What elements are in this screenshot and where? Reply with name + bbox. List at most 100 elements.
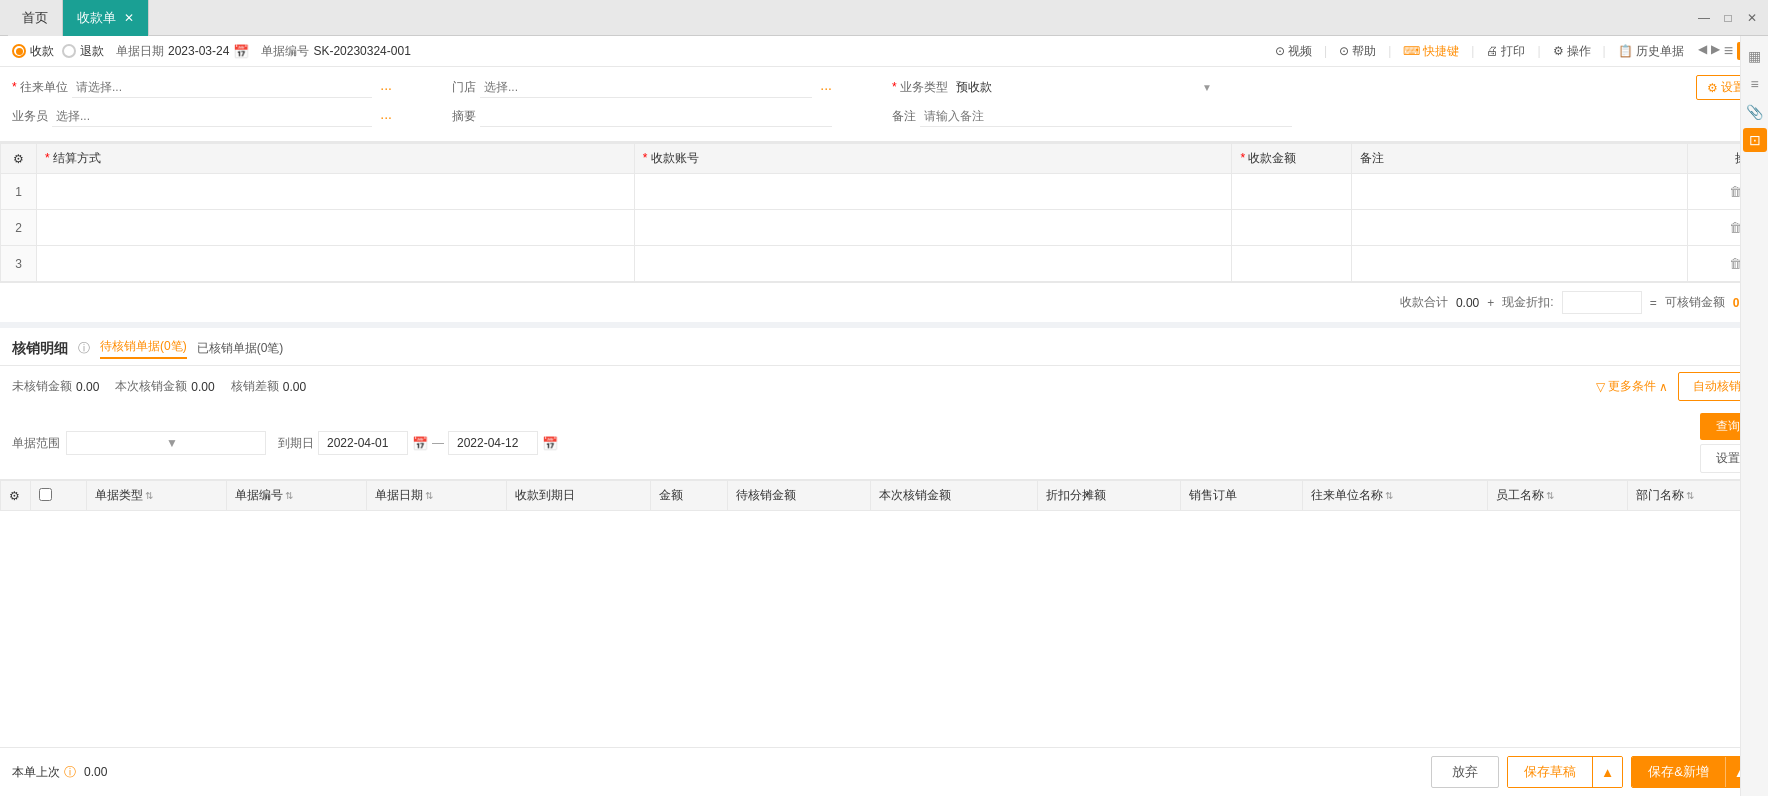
td-amount-2[interactable] xyxy=(1232,210,1352,246)
summary-label: 摘要 xyxy=(452,108,476,125)
sort-doc-date-icon[interactable]: ⇅ xyxy=(425,490,433,501)
cal-from-icon[interactable]: 📅 xyxy=(412,436,428,451)
stat-diff-value: 0.00 xyxy=(283,380,306,394)
td-settle-2[interactable] xyxy=(37,210,635,246)
tab-home[interactable]: 首页 xyxy=(8,0,63,36)
more-conditions-btn[interactable]: ▽ 更多条件 ∧ xyxy=(1596,378,1668,395)
sort-dept-icon[interactable]: ⇅ xyxy=(1686,490,1694,501)
sort-doc-type-icon[interactable]: ⇅ xyxy=(145,490,153,501)
tab-receipt-label: 收款单 xyxy=(77,9,116,27)
menu-icon[interactable]: ≡ xyxy=(1724,42,1733,60)
prev-info-icon[interactable]: ⓘ xyxy=(64,764,76,781)
sidebar-clip-icon[interactable]: 📎 xyxy=(1743,100,1767,124)
th-remark: 备注 xyxy=(1352,144,1688,174)
doc-date-label: 单据日期 xyxy=(116,43,164,60)
td-remark-2[interactable] xyxy=(1352,210,1688,246)
main-wrapper: 收款 退款 单据日期 2023-03-24 📅 单据编号 SK-20230324… xyxy=(0,36,1768,796)
range-select[interactable]: ▼ xyxy=(66,431,266,455)
td-settle-3[interactable] xyxy=(37,246,635,282)
video-btn[interactable]: ⊙ 视频 xyxy=(1275,43,1312,60)
sidebar-scan-icon[interactable]: ⊡ xyxy=(1743,128,1767,152)
cal-to-icon[interactable]: 📅 xyxy=(542,436,558,451)
radio-group: 收款 退款 xyxy=(12,43,104,60)
sort-staff-icon[interactable]: ⇅ xyxy=(1546,490,1554,501)
abandon-button[interactable]: 放弃 xyxy=(1431,756,1499,788)
salesperson-label: 业务员 xyxy=(12,108,48,125)
stat-uncancelled: 未核销金额 0.00 xyxy=(12,378,99,395)
sidebar-list-icon[interactable]: ≡ xyxy=(1743,72,1767,96)
sort-counterpart-icon[interactable]: ⇅ xyxy=(1385,490,1393,501)
counterpart-input[interactable] xyxy=(72,77,372,98)
radio-refund-circle xyxy=(62,44,76,58)
th-due-date: 收款到期日 xyxy=(507,481,651,511)
chevron-up-icon: ∧ xyxy=(1659,380,1668,394)
right-sidebar: ▦ ≡ 📎 ⊡ xyxy=(1740,36,1768,796)
radio-receipt-circle xyxy=(12,44,26,58)
writeoff-title: 核销明细 xyxy=(12,340,68,358)
calendar-icon[interactable]: 📅 xyxy=(233,44,249,59)
tab-close-icon[interactable]: ✕ xyxy=(124,11,134,25)
td-settle-1[interactable] xyxy=(37,174,635,210)
help-btn[interactable]: ⊙ 帮助 xyxy=(1339,43,1376,60)
tab-receipt[interactable]: 收款单 ✕ xyxy=(63,0,149,36)
td-remark-3[interactable] xyxy=(1352,246,1688,282)
radio-refund[interactable]: 退款 xyxy=(62,43,104,60)
due-date-label: 到期日 xyxy=(278,435,314,452)
discount-input[interactable] xyxy=(1562,291,1642,314)
range-dropdown-icon: ▼ xyxy=(166,436,257,450)
th-checkbox-select[interactable] xyxy=(31,481,87,511)
nav-prev-icon[interactable]: ◀ xyxy=(1698,42,1707,60)
writeoff-table: ⚙ 单据类型⇅ 单据编号⇅ 单据日期⇅ xyxy=(0,480,1768,511)
save-new-button[interactable]: 保存&新增 xyxy=(1632,757,1725,787)
date-from-input[interactable] xyxy=(318,431,408,455)
doc-no-group: 单据编号 SK-20230324-001 xyxy=(261,43,410,60)
table-settings-header[interactable]: ⚙ xyxy=(1,144,37,174)
th-account-no: 收款账号 xyxy=(634,144,1232,174)
table-settings-icon-wo[interactable]: ⚙ xyxy=(9,489,20,503)
td-account-1[interactable] xyxy=(634,174,1232,210)
writeoff-info-icon[interactable]: ⓘ xyxy=(78,340,90,357)
td-account-2[interactable] xyxy=(634,210,1232,246)
form-area: 往来单位 ··· 门店 ··· 业务类型 预收款 ▼ ⚙ 设置 xyxy=(0,67,1768,142)
th-current-amount: 本次核销金额 xyxy=(871,481,1037,511)
maximize-button[interactable]: □ xyxy=(1720,10,1736,26)
td-amount-1[interactable] xyxy=(1232,174,1352,210)
th-amount-wo: 金额 xyxy=(651,481,728,511)
business-type-dropdown-icon[interactable]: ▼ xyxy=(1202,82,1212,93)
remark-input[interactable] xyxy=(920,106,1292,127)
store-more-icon[interactable]: ··· xyxy=(820,80,832,96)
date-to-input[interactable] xyxy=(448,431,538,455)
history-btn[interactable]: 📋 历史单据 xyxy=(1618,43,1684,60)
salesperson-input[interactable] xyxy=(52,106,372,127)
store-input[interactable] xyxy=(480,77,812,98)
select-all-checkbox[interactable] xyxy=(39,488,52,501)
th-counterpart: 往来单位名称⇅ xyxy=(1302,481,1487,511)
remark-field: 备注 xyxy=(892,106,1292,127)
save-draft-button[interactable]: 保存草稿 xyxy=(1508,757,1592,787)
auto-writeoff-label: 自动核销 xyxy=(1693,379,1741,393)
print-icon: 🖨 xyxy=(1486,44,1498,58)
sidebar-table-icon[interactable]: ▦ xyxy=(1743,44,1767,68)
minimize-button[interactable]: — xyxy=(1696,10,1712,26)
completed-tab[interactable]: 已核销单据(0笔) xyxy=(197,340,284,357)
nav-next-icon[interactable]: ▶ xyxy=(1711,42,1720,60)
td-amount-3[interactable] xyxy=(1232,246,1352,282)
th-discount: 折扣分摊额 xyxy=(1037,481,1181,511)
print-btn[interactable]: 🖨 打印 xyxy=(1486,43,1525,60)
bottom-actions: 放弃 保存草稿 ▲ 保存&新增 ▲ xyxy=(1431,756,1756,788)
radio-receipt[interactable]: 收款 xyxy=(12,43,54,60)
counterpart-more-icon[interactable]: ··· xyxy=(380,80,392,96)
close-button[interactable]: ✕ xyxy=(1744,10,1760,26)
td-account-3[interactable] xyxy=(634,246,1232,282)
td-remark-1[interactable] xyxy=(1352,174,1688,210)
operation-btn[interactable]: ⚙ 操作 xyxy=(1553,43,1591,60)
summary-field: 摘要 xyxy=(452,106,832,127)
summary-input[interactable] xyxy=(480,106,832,127)
help-label: 帮助 xyxy=(1352,43,1376,60)
pending-tab[interactable]: 待核销单据(0笔) xyxy=(100,338,187,359)
sort-doc-no-icon[interactable]: ⇅ xyxy=(285,490,293,501)
salesperson-more-icon[interactable]: ··· xyxy=(380,109,392,125)
writeoff-section: 核销明细 ⓘ 待核销单据(0笔) 已核销单据(0笔) 未核销金额 0.00 本次… xyxy=(0,322,1768,747)
shortcut-btn[interactable]: ⌨ 快捷键 xyxy=(1403,43,1459,60)
save-draft-arrow-button[interactable]: ▲ xyxy=(1592,757,1622,787)
